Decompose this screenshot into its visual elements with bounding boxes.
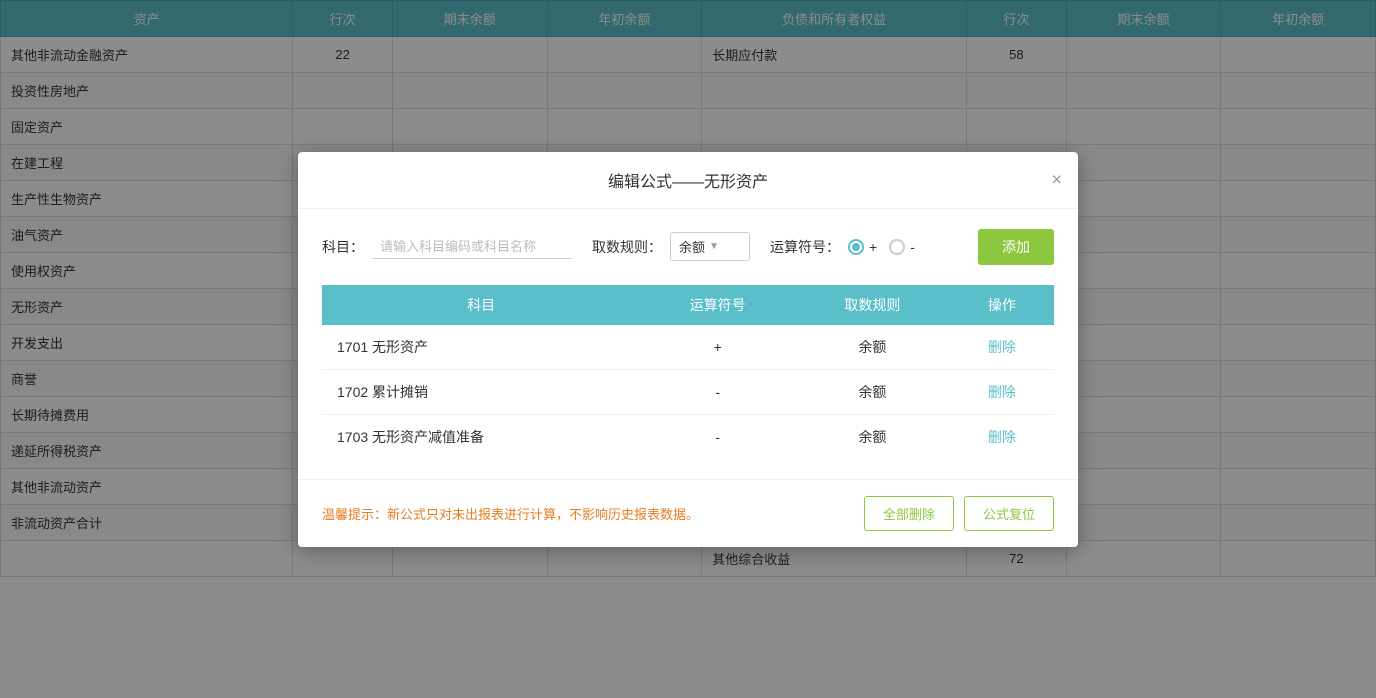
formula-table: 科目 运算符号 取数规则 操作 1701 无形资产+余额删除1702 累计摊销-… — [322, 285, 1054, 459]
delete-link[interactable]: 删除 — [988, 384, 1016, 400]
reset-formula-button[interactable]: 公式复位 — [964, 496, 1054, 531]
radio-group: + - — [848, 239, 915, 255]
modal-header: 编辑公式——无形资产 × — [298, 152, 1078, 209]
hint-text: 温馨提示：新公式只对未出报表进行计算，不影响历史报表数据。 — [322, 504, 699, 523]
table-header-operator: 运算符号 — [640, 285, 795, 325]
table-row: 1702 累计摊销-余额 删除 — [322, 369, 1054, 414]
modal-close-button[interactable]: × — [1051, 169, 1062, 190]
rule-label: 取数规则： — [592, 237, 662, 257]
radio-minus[interactable]: - — [889, 239, 915, 255]
modal-title: 编辑公式——无形资产 — [608, 174, 768, 191]
delete-all-button[interactable]: 全部删除 — [864, 496, 954, 531]
table-header-subject: 科目 — [322, 285, 640, 325]
formula-operator: - — [640, 414, 795, 459]
formula-action[interactable]: 删除 — [950, 325, 1054, 370]
add-button[interactable]: 添加 — [978, 229, 1054, 265]
subject-label: 科目： — [322, 237, 364, 257]
modal-backdrop: 编辑公式——无形资产 × 科目： 取数规则： 余额 ▼ — [0, 0, 1376, 698]
formula-rule: 余额 — [795, 369, 950, 414]
modal-footer: 温馨提示：新公式只对未出报表进行计算，不影响历史报表数据。 全部删除 公式复位 — [298, 479, 1078, 547]
formula-operator: - — [640, 369, 795, 414]
operator-group: 运算符号： + - — [770, 237, 915, 257]
formula-rule: 余额 — [795, 414, 950, 459]
formula-action[interactable]: 删除 — [950, 369, 1054, 414]
radio-plus-circle — [848, 239, 864, 255]
table-row: 1701 无形资产+余额 删除 — [322, 325, 1054, 370]
radio-plus-label: + — [869, 239, 877, 255]
operator-label: 运算符号： — [770, 237, 840, 257]
chevron-down-icon: ▼ — [709, 241, 719, 252]
table-header-rule: 取数规则 — [795, 285, 950, 325]
radio-plus[interactable]: + — [848, 239, 877, 255]
modal-dialog: 编辑公式——无形资产 × 科目： 取数规则： 余额 ▼ — [298, 152, 1078, 547]
delete-link[interactable]: 删除 — [988, 429, 1016, 445]
rule-select[interactable]: 余额 ▼ — [670, 232, 750, 261]
footer-buttons: 全部删除 公式复位 — [864, 496, 1054, 531]
formula-subject: 1703 无形资产减值准备 — [322, 414, 640, 459]
formula-action[interactable]: 删除 — [950, 414, 1054, 459]
table-header-action: 操作 — [950, 285, 1054, 325]
rule-select-value: 余额 — [679, 237, 705, 256]
radio-minus-label: - — [910, 239, 915, 255]
formula-rule: 余额 — [795, 325, 950, 370]
hint-main: 新公式只对未出报表进行计算，不影响历史报表数据。 — [387, 507, 699, 522]
radio-minus-circle — [889, 239, 905, 255]
subject-group: 科目： — [322, 235, 572, 259]
form-row: 科目： 取数规则： 余额 ▼ 运算符号： — [322, 229, 1054, 265]
hint-prefix: 温馨提示： — [322, 507, 387, 522]
delete-link[interactable]: 删除 — [988, 339, 1016, 355]
modal-body: 科目： 取数规则： 余额 ▼ 运算符号： — [298, 209, 1078, 479]
formula-subject: 1702 累计摊销 — [322, 369, 640, 414]
formula-operator: + — [640, 325, 795, 370]
formula-subject: 1701 无形资产 — [322, 325, 640, 370]
table-row: 1703 无形资产减值准备-余额 删除 — [322, 414, 1054, 459]
subject-input[interactable] — [372, 235, 572, 259]
rule-group: 取数规则： 余额 ▼ — [592, 232, 750, 261]
